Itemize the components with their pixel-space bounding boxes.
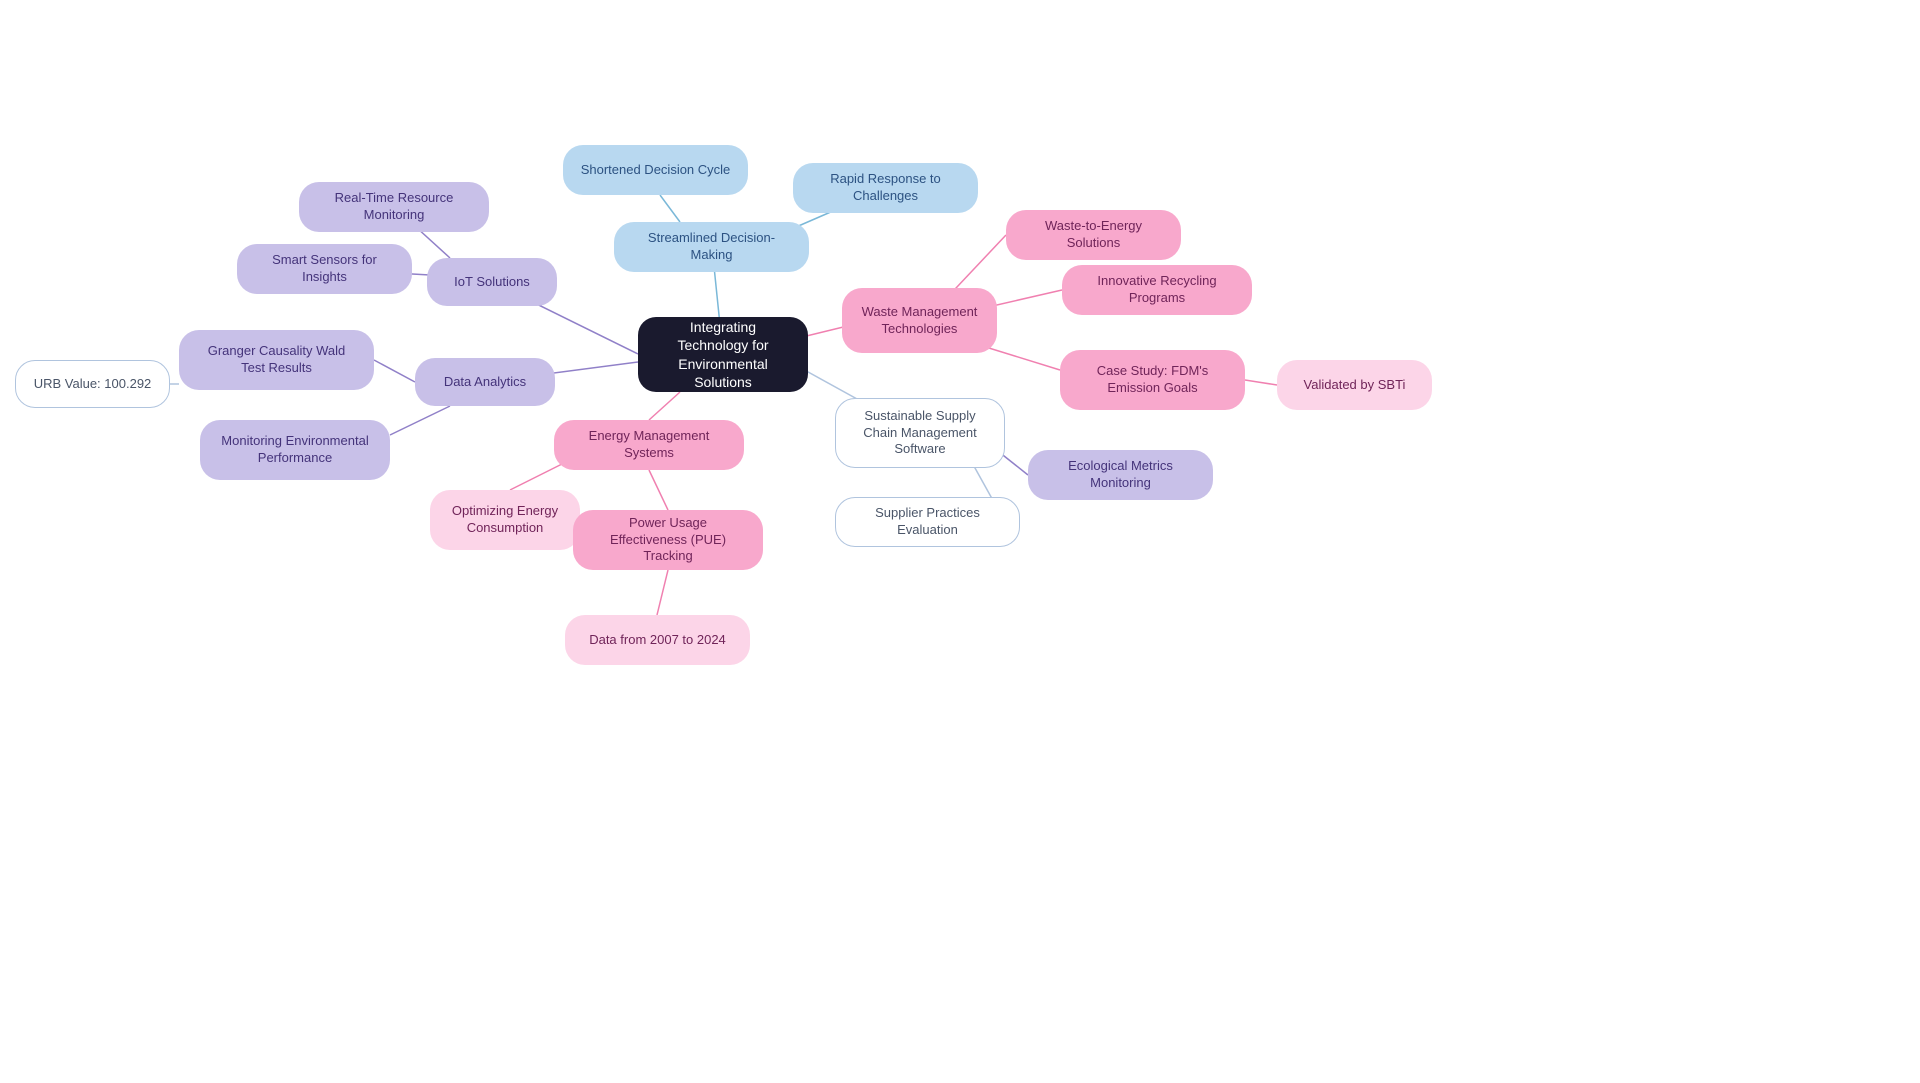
data-analytics-node[interactable]: Data Analytics [415,358,555,406]
center-node: Integrating Technology for Environmental… [638,317,808,392]
iot-solutions-label: IoT Solutions [454,274,530,291]
case-study-node[interactable]: Case Study: FDM's Emission Goals [1060,350,1245,410]
shortened-decision-node[interactable]: Shortened Decision Cycle [563,145,748,195]
iot-solutions-node[interactable]: IoT Solutions [427,258,557,306]
pue-tracking-label: Power Usage Effectiveness (PUE) Tracking [589,515,747,566]
real-time-label: Real-Time Resource Monitoring [315,190,473,224]
ecological-metrics-node[interactable]: Ecological Metrics Monitoring [1028,450,1213,500]
data-2007-label: Data from 2007 to 2024 [589,632,726,649]
monitoring-env-node[interactable]: Monitoring Environmental Performance [200,420,390,480]
supply-chain-label: Sustainable Supply Chain Management Soft… [852,408,988,459]
validated-sbti-node[interactable]: Validated by SBTi [1277,360,1432,410]
smart-sensors-node[interactable]: Smart Sensors for Insights [237,244,412,294]
waste-mgmt-label: Waste Management Technologies [858,304,981,338]
energy-mgmt-node[interactable]: Energy Management Systems [554,420,744,470]
pue-tracking-node[interactable]: Power Usage Effectiveness (PUE) Tracking [573,510,763,570]
case-study-label: Case Study: FDM's Emission Goals [1076,363,1229,397]
rapid-response-node[interactable]: Rapid Response to Challenges [793,163,978,213]
smart-sensors-label: Smart Sensors for Insights [253,252,396,286]
waste-energy-node[interactable]: Waste-to-Energy Solutions [1006,210,1181,260]
supplier-practices-node[interactable]: Supplier Practices Evaluation [835,497,1020,547]
shortened-decision-label: Shortened Decision Cycle [581,162,731,179]
data-analytics-label: Data Analytics [444,374,526,391]
center-label: Integrating Technology for Environmental… [654,318,792,391]
ecological-metrics-label: Ecological Metrics Monitoring [1044,458,1197,492]
optimizing-energy-label: Optimizing Energy Consumption [446,503,564,537]
streamlined-label: Streamlined Decision-Making [630,230,793,264]
waste-energy-label: Waste-to-Energy Solutions [1022,218,1165,252]
urb-value-node: URB Value: 100.292 [15,360,170,408]
urb-value-label: URB Value: 100.292 [34,376,152,393]
streamlined-decision-node[interactable]: Streamlined Decision-Making [614,222,809,272]
energy-mgmt-label: Energy Management Systems [570,428,728,462]
granger-node[interactable]: Granger Causality Wald Test Results [179,330,374,390]
rapid-response-label: Rapid Response to Challenges [809,171,962,205]
validated-sbti-label: Validated by SBTi [1304,377,1406,394]
granger-label: Granger Causality Wald Test Results [195,343,358,377]
innovative-recycling-node[interactable]: Innovative Recycling Programs [1062,265,1252,315]
optimizing-energy-node[interactable]: Optimizing Energy Consumption [430,490,580,550]
supplier-practices-label: Supplier Practices Evaluation [852,505,1003,539]
monitoring-env-label: Monitoring Environmental Performance [216,433,374,467]
innovative-recycling-label: Innovative Recycling Programs [1078,273,1236,307]
waste-mgmt-node[interactable]: Waste Management Technologies [842,288,997,353]
supply-chain-node[interactable]: Sustainable Supply Chain Management Soft… [835,398,1005,468]
real-time-node[interactable]: Real-Time Resource Monitoring [299,182,489,232]
data-2007-node[interactable]: Data from 2007 to 2024 [565,615,750,665]
